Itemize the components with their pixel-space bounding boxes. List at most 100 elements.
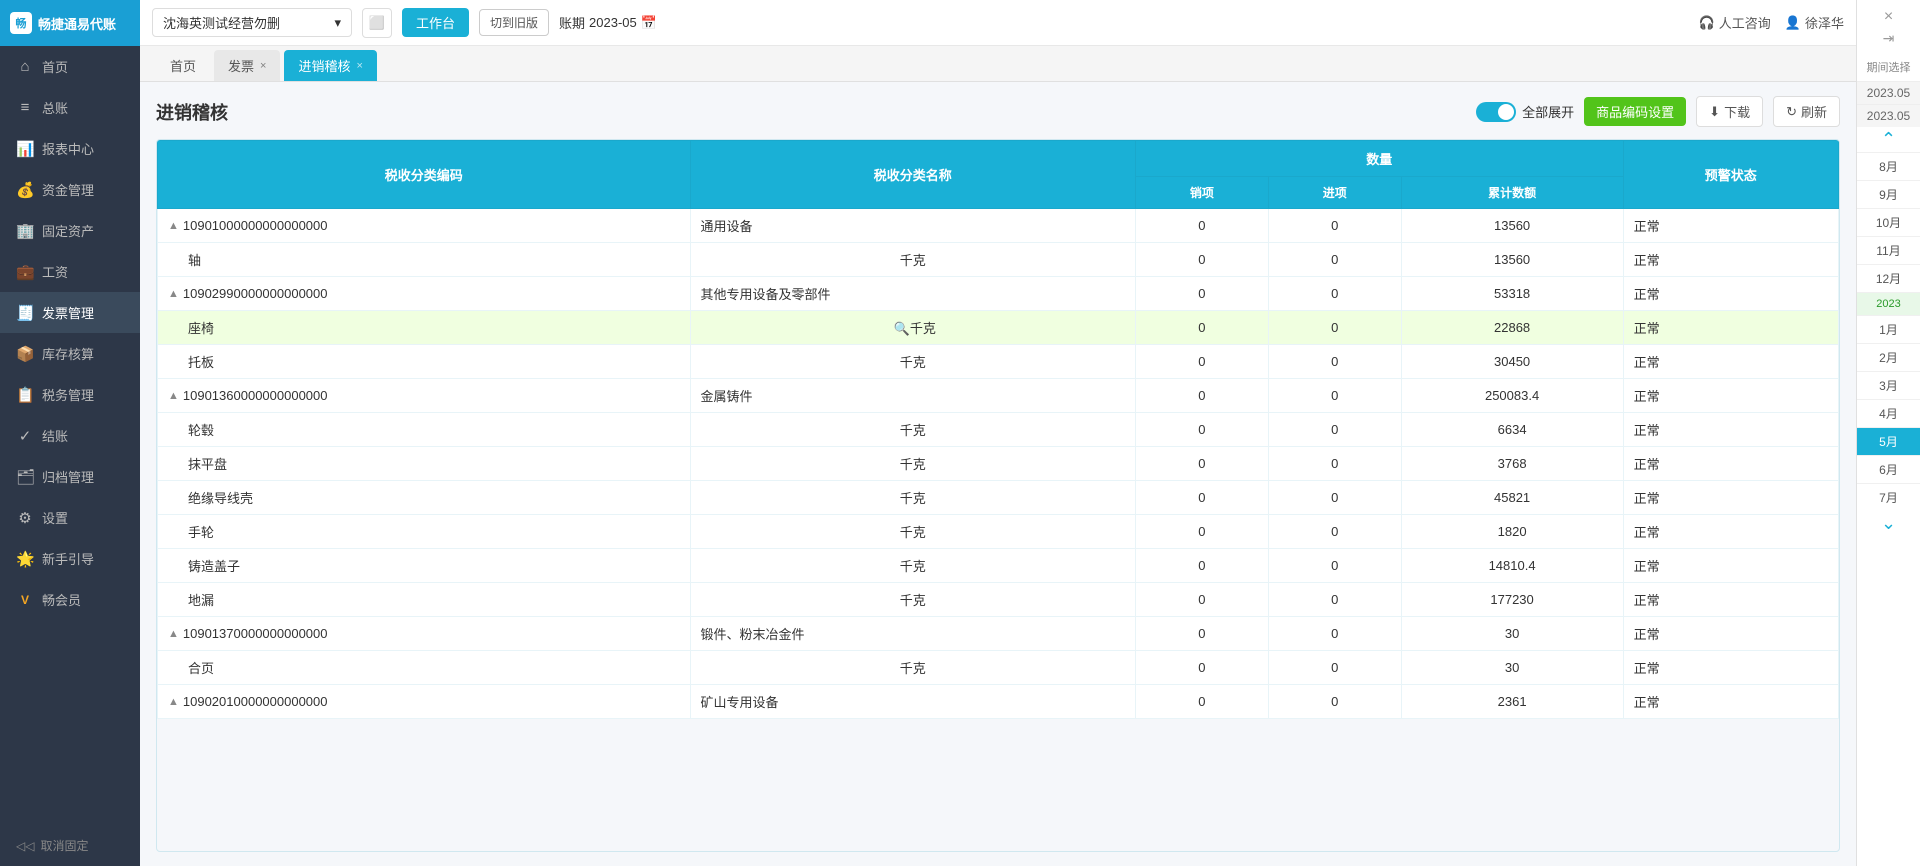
td-status: 正常 <box>1623 515 1838 549</box>
close-panel-icon[interactable]: × <box>1884 8 1893 26</box>
sidebar-item-settings[interactable]: ⚙ 设置 <box>0 497 140 538</box>
expand-row-icon[interactable]: ▲ <box>168 288 179 300</box>
assets-icon: 🏢 <box>16 222 34 240</box>
table-row: ▲ 10902010000000000000 矿山专用设备 0 0 2361 正… <box>158 685 1839 719</box>
sidebar-item-home[interactable]: ⌂ 首页 <box>0 46 140 87</box>
expand-row-icon[interactable]: ▲ <box>168 220 179 232</box>
period-month-1[interactable]: 1月 <box>1857 315 1920 343</box>
th-tax-name: 税收分类名称 <box>690 141 1136 209</box>
table-row: ▲ 10902990000000000000 其他专用设备及零部件 0 0 53… <box>158 277 1839 311</box>
guide-icon: 🌟 <box>16 550 34 568</box>
td-total: 2361 <box>1401 685 1623 719</box>
th-quantity-group: 数量 <box>1136 141 1624 177</box>
td-purchase: 0 <box>1268 209 1401 243</box>
tab-home-label: 首页 <box>170 56 196 75</box>
product-code-button[interactable]: 商品编码设置 <box>1584 97 1686 126</box>
tab-home[interactable]: 首页 <box>156 50 210 81</box>
td-purchase: 0 <box>1268 651 1401 685</box>
period-month-11[interactable]: 11月 <box>1857 236 1920 264</box>
expand-row-icon[interactable]: ▲ <box>168 696 179 708</box>
period-month-2[interactable]: 2月 <box>1857 343 1920 371</box>
save-icon-btn[interactable]: ⬜ <box>362 8 392 38</box>
sidebar-item-reports[interactable]: 📊 报表中心 <box>0 128 140 169</box>
td-total: 177230 <box>1401 583 1623 617</box>
tab-invoice[interactable]: 发票 × <box>214 50 280 81</box>
settings-icon: ⚙ <box>16 509 34 527</box>
table-row: 手轮 千克 0 0 1820 正常 <box>158 515 1839 549</box>
switch-old-version-button[interactable]: 切到旧版 <box>479 9 549 36</box>
reconcile-table: 税收分类编码 税收分类名称 数量 预警状态 销项 进项 累计数额 ▲ <box>157 140 1839 719</box>
sidebar-item-label: 新手引导 <box>42 549 94 568</box>
td-status: 正常 <box>1623 379 1838 413</box>
period-month-5[interactable]: 5月 <box>1857 427 1920 455</box>
td-purchase: 0 <box>1268 583 1401 617</box>
td-status: 正常 <box>1623 583 1838 617</box>
td-sales: 0 <box>1136 345 1269 379</box>
period-month-10[interactable]: 10月 <box>1857 208 1920 236</box>
td-sales: 0 <box>1136 209 1269 243</box>
download-button[interactable]: ⬇ 下载 <box>1696 96 1763 127</box>
expand-row-icon[interactable]: ▲ <box>168 628 179 640</box>
sidebar-item-tax[interactable]: 📋 税务管理 <box>0 374 140 415</box>
td-purchase: 0 <box>1268 379 1401 413</box>
expand-row-icon[interactable]: ▲ <box>168 390 179 402</box>
period-label: 账期 <box>559 13 585 32</box>
td-sales: 0 <box>1136 311 1269 345</box>
period-down-arrow[interactable]: ⌄ <box>1881 511 1896 536</box>
user-menu[interactable]: 👤 徐泽华 <box>1785 13 1844 32</box>
td-sales: 0 <box>1136 651 1269 685</box>
tab-invoice-close[interactable]: × <box>260 60 266 72</box>
td-name: 抹平盘 <box>158 447 691 481</box>
sidebar-item-archive[interactable]: 🗂 归档管理 <box>0 456 140 497</box>
tab-reconcile[interactable]: 进销稽核 × <box>284 50 376 81</box>
sidebar-item-member[interactable]: V 畅会员 <box>0 579 140 620</box>
period-month-9[interactable]: 9月 <box>1857 180 1920 208</box>
page-header: 进销稽核 全部展开 商品编码设置 ⬇ 下载 ↻ 刷新 <box>156 96 1840 127</box>
period-month-8[interactable]: 8月 <box>1857 152 1920 180</box>
td-status: 正常 <box>1623 685 1838 719</box>
page-title: 进销稽核 <box>156 99 228 125</box>
workspace-button[interactable]: 工作台 <box>402 8 469 37</box>
checkout-icon: ✓ <box>16 427 34 445</box>
sidebar-item-guide[interactable]: 🌟 新手引导 <box>0 538 140 579</box>
period-month-7[interactable]: 7月 <box>1857 483 1920 511</box>
table-row: ▲ 10901360000000000000 金属铸件 0 0 250083.4… <box>158 379 1839 413</box>
search-icon[interactable]: 🔍 <box>894 321 910 336</box>
sidebar-item-assets[interactable]: 🏢 固定资产 <box>0 210 140 251</box>
sidebar-item-ledger[interactable]: ≡ 总账 <box>0 87 140 128</box>
download-icon: ⬇ <box>1709 104 1720 120</box>
period-month-3[interactable]: 3月 <box>1857 371 1920 399</box>
sidebar-item-salary[interactable]: 💼 工资 <box>0 251 140 292</box>
sidebar-item-invoice[interactable]: 🧾 发票管理 <box>0 292 140 333</box>
company-selector[interactable]: 沈海英测试经营勿删 ▾ <box>152 8 352 37</box>
td-tax-code: ▲ 10902010000000000000 <box>158 685 691 719</box>
sidebar-item-funds[interactable]: 💰 资金管理 <box>0 169 140 210</box>
td-unit: 千克 <box>690 549 1136 583</box>
expand-toggle[interactable] <box>1476 102 1516 122</box>
td-status: 正常 <box>1623 243 1838 277</box>
period-month-4[interactable]: 4月 <box>1857 399 1920 427</box>
sidebar-unpin[interactable]: ◁◁ 取消固定 <box>0 825 140 866</box>
sidebar-item-checkout[interactable]: ✓ 结账 <box>0 415 140 456</box>
main-area: 沈海英测试经营勿删 ▾ ⬜ 工作台 切到旧版 账期 2023-05 📅 🎧 人工… <box>140 0 1856 866</box>
td-tax-code: ▲ 10902990000000000000 <box>158 277 691 311</box>
refresh-button[interactable]: ↻ 刷新 <box>1773 96 1840 127</box>
td-status: 正常 <box>1623 549 1838 583</box>
td-tax-name: 通用设备 <box>690 209 1136 243</box>
right-panel: × ⇥ 期间选择 2023.05 2023.05 ⌃ 8月 9月 10月 11月… <box>1856 0 1920 866</box>
tab-reconcile-close[interactable]: × <box>356 60 362 72</box>
period-month-6[interactable]: 6月 <box>1857 455 1920 483</box>
period-selector-title: 期间选择 <box>1867 59 1911 75</box>
period-up-arrow[interactable]: ⌃ <box>1881 127 1896 152</box>
expand-panel-icon[interactable]: ⇥ <box>1883 30 1895 47</box>
sidebar: 畅 畅捷通易代账 ⌂ 首页 ≡ 总账 📊 报表中心 💰 资金管理 🏢 固定资产 … <box>0 0 140 866</box>
sidebar-item-label: 固定资产 <box>42 221 94 240</box>
support-btn[interactable]: 🎧 人工咨询 <box>1699 13 1771 32</box>
calendar-icon[interactable]: 📅 <box>641 15 657 31</box>
table-row: 合页 千克 0 0 30 正常 <box>158 651 1839 685</box>
td-purchase: 0 <box>1268 311 1401 345</box>
td-status: 正常 <box>1623 481 1838 515</box>
period-month-12[interactable]: 12月 <box>1857 264 1920 292</box>
ledger-icon: ≡ <box>16 99 34 116</box>
sidebar-item-inventory[interactable]: 📦 库存核算 <box>0 333 140 374</box>
